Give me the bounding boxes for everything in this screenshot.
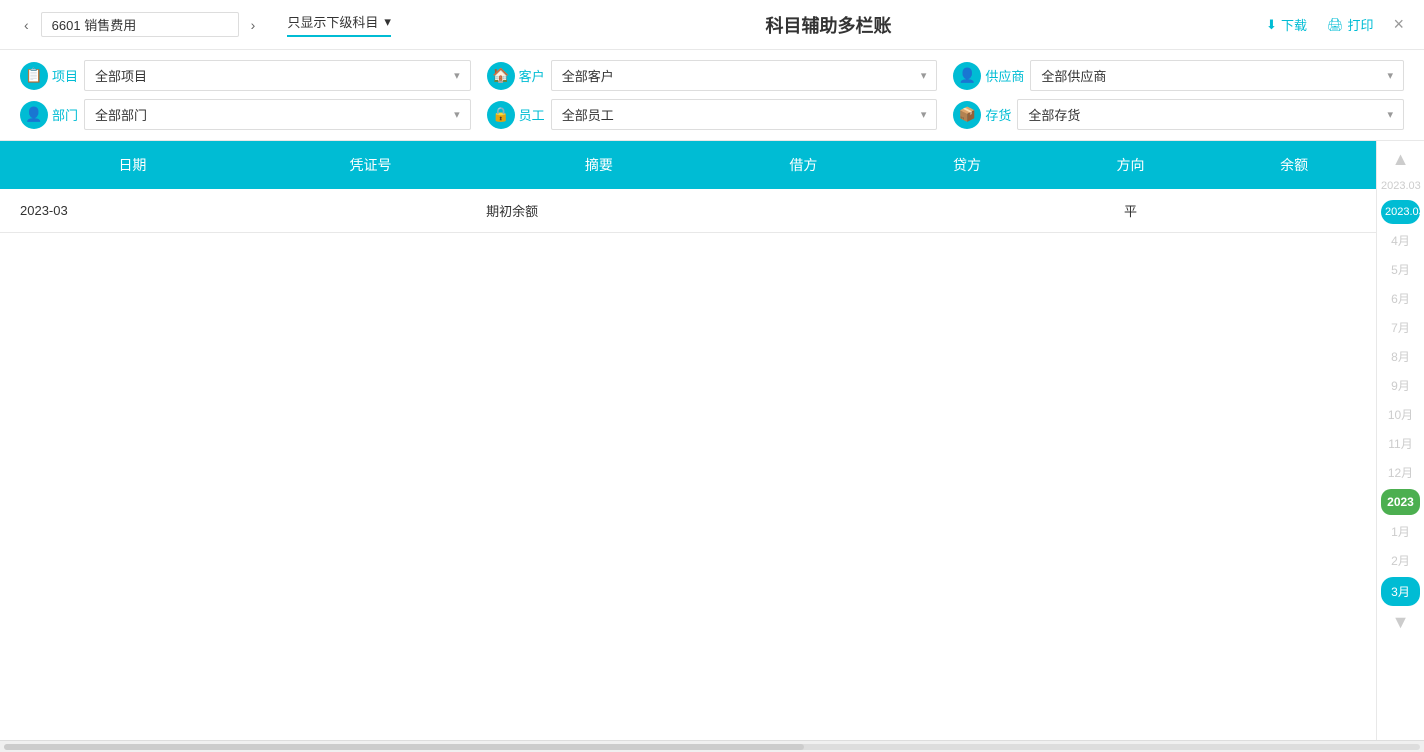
customer-arrow: ▾ (921, 69, 927, 82)
sidebar-item-4month[interactable]: 4月 (1377, 226, 1424, 255)
cell-summary: 期初余额 (476, 189, 721, 233)
show-sub-label: 只显示下级科目 (287, 12, 378, 31)
sidebar-item-1[interactable]: 2023.03 (1381, 200, 1420, 224)
employee-label: 🔒 员工 (487, 101, 545, 129)
col-credit: 贷方 (885, 141, 1049, 189)
supplier-select[interactable]: 全部供应商 ▾ (1030, 60, 1404, 91)
sidebar-item-1month[interactable]: 1月 (1377, 517, 1424, 546)
cell-balance (1212, 189, 1376, 233)
data-table: 日期 凭证号 摘要 借方 贷方 方向 余额 2023-03 期初余额 (0, 141, 1376, 233)
supplier-arrow: ▾ (1387, 69, 1393, 82)
sidebar-item-5month[interactable]: 5月 (1377, 255, 1424, 284)
customer-select[interactable]: 全部客户 ▾ (551, 60, 938, 91)
sidebar-item-7month[interactable]: 7月 (1377, 313, 1424, 342)
sidebar-item-0[interactable]: 2023.03 (1377, 174, 1424, 198)
filter-item-inventory: 📦 存货 全部存货 ▾ (953, 99, 1404, 130)
col-date: 日期 (0, 141, 265, 189)
show-sub-dropdown[interactable]: 只显示下级科目 ▾ (287, 12, 391, 37)
cell-direction: 平 (1049, 189, 1213, 233)
col-balance: 余额 (1212, 141, 1376, 189)
employee-icon: 🔒 (487, 101, 515, 129)
sidebar-item-8month[interactable]: 8月 (1377, 342, 1424, 371)
supplier-icon: 👤 (953, 62, 981, 90)
dept-arrow: ▾ (454, 108, 460, 121)
col-direction: 方向 (1049, 141, 1213, 189)
filter-item-supplier: 👤 供应商 全部供应商 ▾ (953, 60, 1404, 91)
table-container[interactable]: 日期 凭证号 摘要 借方 贷方 方向 余额 2023-03 期初余额 (0, 141, 1376, 740)
download-icon: ⬇ (1266, 17, 1277, 33)
download-label: 下载 (1281, 15, 1307, 34)
sidebar-item-10month[interactable]: 10月 (1377, 400, 1424, 429)
main-content: 日期 凭证号 摘要 借方 贷方 方向 余额 2023-03 期初余额 (0, 141, 1424, 740)
print-icon: 🖨 (1327, 17, 1344, 33)
print-btn[interactable]: 🖨 打印 (1327, 15, 1374, 34)
sidebar-item-11month[interactable]: 11月 (1377, 429, 1424, 458)
sidebar-up-btn[interactable]: ▲ (1388, 145, 1414, 174)
account-code-input[interactable] (41, 12, 239, 37)
scrollbar-container[interactable] (0, 740, 1424, 752)
inventory-select[interactable]: 全部存货 ▾ (1017, 99, 1404, 130)
customer-icon: 🏠 (487, 62, 515, 90)
right-sidebar: ▲ 2023.03 2023.03 4月 5月 6月 7月 8月 9月 10月 … (1376, 141, 1424, 740)
filter-item-customer: 🏠 客户 全部客户 ▾ (487, 60, 938, 91)
cell-credit (885, 189, 1049, 233)
title-actions: ⬇ 下载 🖨 打印 × (1266, 14, 1404, 35)
filter-row-1: 📋 项目 全部项目 ▾ 🏠 客户 全部客户 ▾ (20, 60, 1404, 91)
main-window: ‹ › 只显示下级科目 ▾ 科目辅助多栏账 ⬇ 下载 🖨 打印 × (0, 0, 1424, 752)
title-left: ‹ › 只显示下级科目 ▾ (20, 12, 391, 37)
cell-voucher (265, 189, 476, 233)
filter-bar: 📋 项目 全部项目 ▾ 🏠 客户 全部客户 ▾ (0, 50, 1424, 141)
customer-label: 🏠 客户 (487, 62, 545, 90)
project-select[interactable]: 全部项目 ▾ (84, 60, 471, 91)
sidebar-item-9month[interactable]: 9月 (1377, 371, 1424, 400)
filter-item-employee: 🔒 员工 全部员工 ▾ (487, 99, 938, 130)
col-voucher: 凭证号 (265, 141, 476, 189)
inventory-icon: 📦 (953, 101, 981, 129)
project-label: 📋 项目 (20, 62, 78, 90)
title-bar: ‹ › 只显示下级科目 ▾ 科目辅助多栏账 ⬇ 下载 🖨 打印 × (0, 0, 1424, 50)
sidebar-year-2023[interactable]: 2023 (1381, 489, 1420, 515)
scrollbar-track (4, 744, 1420, 750)
dept-select[interactable]: 全部部门 ▾ (84, 99, 471, 130)
sidebar-item-6month[interactable]: 6月 (1377, 284, 1424, 313)
prev-account-btn[interactable]: ‹ (20, 15, 33, 35)
col-debit: 借方 (722, 141, 886, 189)
inventory-label: 📦 存货 (953, 101, 1011, 129)
dept-icon: 👤 (20, 101, 48, 129)
table-row[interactable]: 2023-03 期初余额 平 (0, 189, 1376, 233)
page-title: 科目辅助多栏账 (391, 12, 1266, 38)
cell-date: 2023-03 (0, 189, 265, 233)
scrollbar-thumb[interactable] (4, 744, 804, 750)
inventory-arrow: ▾ (1387, 108, 1393, 121)
project-arrow: ▾ (454, 69, 460, 82)
filter-row-2: 👤 部门 全部部门 ▾ 🔒 员工 全部员工 ▾ (20, 99, 1404, 130)
download-btn[interactable]: ⬇ 下载 (1266, 15, 1307, 34)
filter-item-dept: 👤 部门 全部部门 ▾ (20, 99, 471, 130)
col-summary: 摘要 (476, 141, 721, 189)
filter-item-project: 📋 项目 全部项目 ▾ (20, 60, 471, 91)
employee-select[interactable]: 全部员工 ▾ (551, 99, 938, 130)
supplier-label: 👤 供应商 (953, 62, 1024, 90)
project-icon: 📋 (20, 62, 48, 90)
dept-label: 👤 部门 (20, 101, 78, 129)
employee-arrow: ▾ (921, 108, 927, 121)
sidebar-down-btn[interactable]: ▼ (1388, 608, 1414, 637)
sidebar-item-2month[interactable]: 2月 (1377, 546, 1424, 575)
close-btn[interactable]: × (1393, 14, 1404, 35)
sidebar-item-12month[interactable]: 12月 (1377, 458, 1424, 487)
sidebar-item-3month[interactable]: 3月 (1381, 577, 1420, 606)
table-header-row: 日期 凭证号 摘要 借方 贷方 方向 余额 (0, 141, 1376, 189)
cell-debit (722, 189, 886, 233)
next-account-btn[interactable]: › (247, 15, 260, 35)
print-label: 打印 (1347, 15, 1373, 34)
